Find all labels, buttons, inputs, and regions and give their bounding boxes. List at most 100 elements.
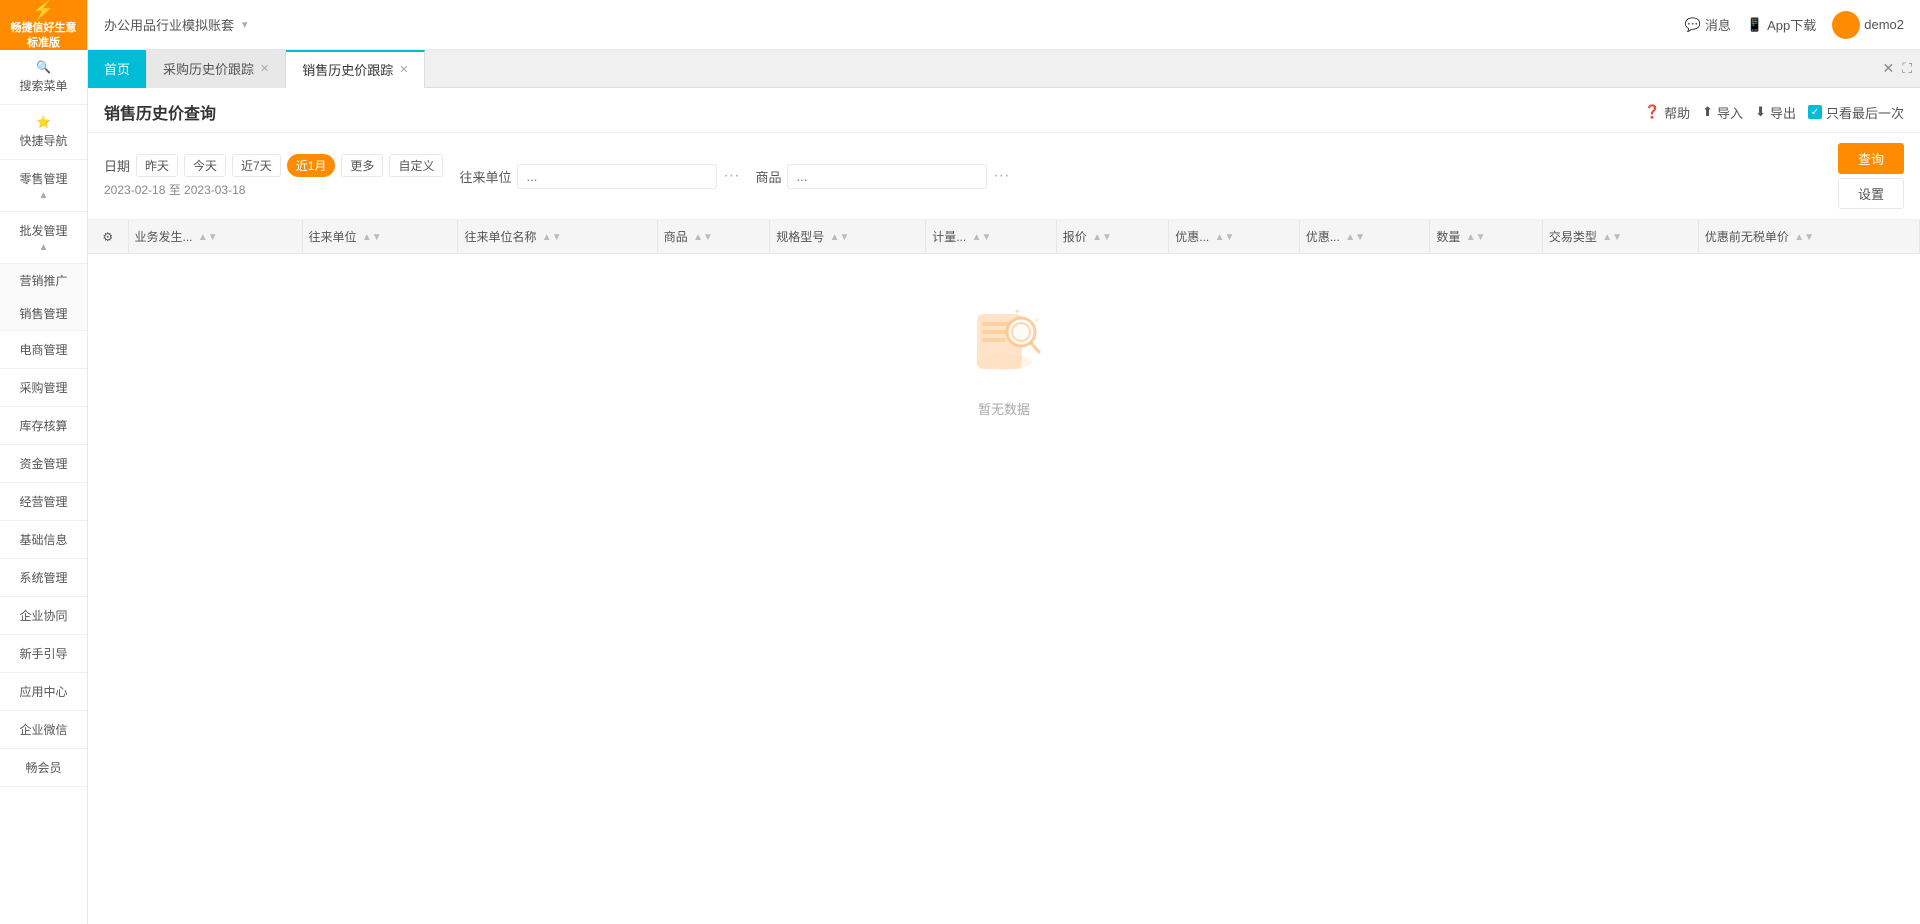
- sidebar-item-label: 批发管理: [19, 222, 67, 239]
- help-icon: ❓: [1644, 104, 1660, 120]
- sidebar-item-search[interactable]: 🔍 搜索菜单: [0, 50, 87, 105]
- close-tab-button[interactable]: ✕: [1882, 60, 1894, 77]
- help-action[interactable]: ❓ 帮助: [1644, 103, 1690, 122]
- th-discount1[interactable]: 优惠... ▲▼: [1169, 220, 1300, 254]
- tab-sales-history-close[interactable]: ✕: [399, 63, 408, 76]
- sort-icon: ▲▼: [542, 233, 562, 243]
- app-download-action[interactable]: 📱 App下载: [1747, 15, 1816, 34]
- sidebar-item-marketing[interactable]: 营销推广: [0, 264, 87, 297]
- sort-icon: ▲▼: [830, 233, 850, 243]
- date-btn-today[interactable]: 今天: [184, 154, 226, 177]
- topbar-left: 办公用品行业模拟账套 ▾: [104, 15, 248, 34]
- th-biz-date[interactable]: 业务发生... ▲▼: [128, 220, 302, 254]
- settings-button[interactable]: 设置: [1838, 178, 1904, 209]
- sidebar-item-system[interactable]: 系统管理: [0, 559, 87, 597]
- sidebar-item-purchase[interactable]: 采购管理: [0, 369, 87, 407]
- sort-icon: ▲▼: [1602, 233, 1622, 243]
- th-qty[interactable]: 数量 ▲▼: [1430, 220, 1542, 254]
- sidebar-item-label: 新手引导: [19, 645, 67, 662]
- partner-select-btn[interactable]: ···: [723, 167, 739, 185]
- sidebar-item-quick-nav[interactable]: ⭐ 快捷导航: [0, 105, 87, 160]
- query-button[interactable]: 查询: [1838, 143, 1904, 174]
- page-header: 销售历史价查询 ❓ 帮助 ⬆ 导入 ⬇ 导出 ✓ 只看最后一次: [88, 88, 1920, 133]
- sidebar-item-wholesale[interactable]: 批发管理 ▲: [0, 212, 87, 264]
- import-action[interactable]: ⬆ 导入: [1702, 103, 1743, 122]
- sidebar-item-newbie[interactable]: 新手引导: [0, 635, 87, 673]
- sidebar-item-finance[interactable]: 资金管理: [0, 445, 87, 483]
- sidebar-item-label: 企业协同: [19, 607, 67, 624]
- tab-sales-history[interactable]: 销售历史价跟踪 ✕: [286, 50, 425, 88]
- th-spec[interactable]: 规格型号 ▲▼: [770, 220, 926, 254]
- page-title: 销售历史价查询: [104, 100, 216, 124]
- sidebar-item-sales[interactable]: 销售管理: [0, 297, 87, 330]
- th-discount1-label: 优惠...: [1175, 230, 1209, 244]
- goods-filter-label: 商品: [755, 167, 781, 186]
- export-action[interactable]: ⬇ 导出: [1755, 103, 1796, 122]
- sidebar-item-wechat[interactable]: 企业微信: [0, 711, 87, 749]
- message-label: 消息: [1705, 15, 1731, 34]
- empty-illustration: ✦ ✦: [959, 294, 1049, 387]
- th-no-tax-price[interactable]: 优惠前无税单价 ▲▼: [1698, 220, 1919, 254]
- th-quote-label: 报价: [1063, 230, 1087, 244]
- maximize-tab-button[interactable]: ⛶: [1902, 60, 1912, 77]
- only-last-checkbox[interactable]: ✓: [1808, 105, 1822, 119]
- th-partner-name[interactable]: 往来单位名称 ▲▼: [458, 220, 657, 254]
- th-partner-code[interactable]: 往来单位 ▲▼: [302, 220, 458, 254]
- th-quote[interactable]: 报价 ▲▼: [1056, 220, 1168, 254]
- sort-icon: ▲▼: [1092, 233, 1112, 243]
- date-buttons-group: 日期 昨天 今天 近7天 近1月 更多 自定义: [104, 154, 443, 177]
- date-btn-7days[interactable]: 近7天: [232, 154, 281, 177]
- sidebar-item-label: 畅会员: [25, 759, 61, 776]
- th-goods[interactable]: 商品 ▲▼: [657, 220, 769, 254]
- th-partner-name-label: 往来单位名称: [464, 230, 536, 244]
- topbar-dropdown-icon[interactable]: ▾: [242, 18, 248, 31]
- date-btn-yesterday[interactable]: 昨天: [136, 154, 178, 177]
- message-action[interactable]: 💬 消息: [1685, 15, 1731, 34]
- sidebar-item-label: 企业微信: [19, 721, 67, 738]
- sidebar-item-label: 系统管理: [19, 569, 67, 586]
- filter-actions: 查询 设置: [1838, 143, 1904, 209]
- import-icon: ⬆: [1702, 104, 1713, 120]
- message-icon: 💬: [1685, 17, 1701, 33]
- sort-icon: ▲▼: [693, 233, 713, 243]
- sidebar-item-label: 快捷导航: [19, 132, 67, 149]
- tab-purchase-history[interactable]: 采购历史价跟踪 ✕: [147, 50, 286, 88]
- goods-select-btn[interactable]: ···: [993, 167, 1009, 185]
- date-btn-1month[interactable]: 近1月: [287, 154, 336, 177]
- sidebar-item-inventory[interactable]: 库存核算: [0, 407, 87, 445]
- user-profile[interactable]: demo2: [1832, 11, 1904, 39]
- import-label: 导入: [1717, 103, 1743, 122]
- user-name: demo2: [1864, 17, 1904, 32]
- tab-home[interactable]: 首页: [88, 50, 147, 88]
- tab-home-label: 首页: [104, 59, 130, 78]
- sidebar-item-operations[interactable]: 经营管理: [0, 483, 87, 521]
- app-logo-subtext: 标准版: [27, 36, 60, 50]
- sidebar-item-basic[interactable]: 基础信息: [0, 521, 87, 559]
- quick-nav-icon: ⭐: [36, 115, 51, 129]
- wholesale-submenu: 营销推广 销售管理: [0, 264, 87, 331]
- goods-input[interactable]: [787, 164, 987, 189]
- app-logo-text: 畅捷信好生意: [11, 21, 77, 35]
- sidebar-item-apps[interactable]: 应用中心: [0, 673, 87, 711]
- th-trade-type[interactable]: 交易类型 ▲▼: [1542, 220, 1698, 254]
- date-range-text: 2023-02-18 至 2023-03-18: [104, 181, 443, 198]
- tab-purchase-history-close[interactable]: ✕: [260, 62, 269, 75]
- th-partner-code-label: 往来单位: [309, 230, 357, 244]
- only-last-checkbox-label[interactable]: ✓ 只看最后一次: [1808, 103, 1904, 122]
- page-header-actions: ❓ 帮助 ⬆ 导入 ⬇ 导出 ✓ 只看最后一次: [1644, 103, 1904, 122]
- partner-input[interactable]: [517, 164, 717, 189]
- sidebar-item-member[interactable]: 畅会员: [0, 749, 87, 787]
- sidebar-item-enterprise[interactable]: 企业协同: [0, 597, 87, 635]
- th-unit[interactable]: 计量... ▲▼: [926, 220, 1057, 254]
- sidebar-item-ecommerce[interactable]: 电商管理: [0, 331, 87, 369]
- th-discount2[interactable]: 优惠... ▲▼: [1299, 220, 1430, 254]
- th-no-tax-price-label: 优惠前无税单价: [1705, 230, 1789, 244]
- sidebar-item-label: 零售管理: [19, 170, 67, 187]
- th-settings[interactable]: ⚙: [88, 220, 128, 254]
- help-label: 帮助: [1664, 103, 1690, 122]
- sidebar-item-label: 库存核算: [19, 417, 67, 434]
- export-label: 导出: [1770, 103, 1796, 122]
- date-btn-more[interactable]: 更多: [341, 154, 383, 177]
- date-btn-custom[interactable]: 自定义: [389, 154, 443, 177]
- sidebar-item-retail[interactable]: 零售管理 ▲: [0, 160, 87, 212]
